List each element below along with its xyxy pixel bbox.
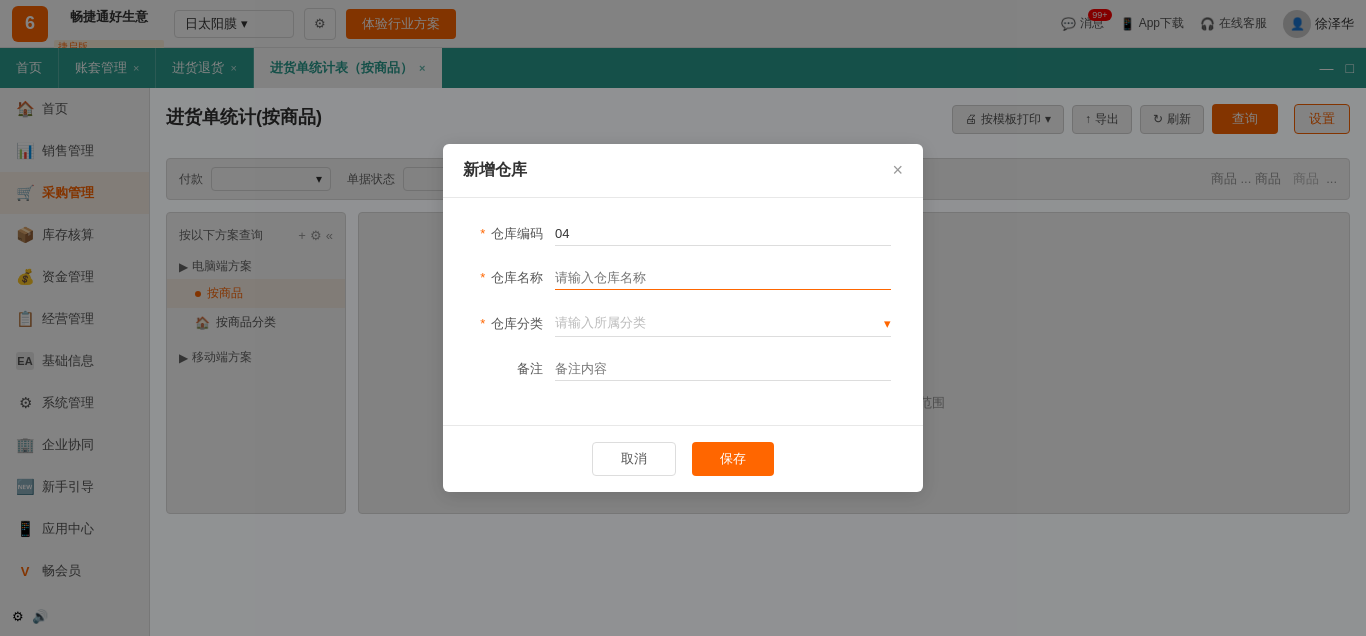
modal-close-button[interactable]: × bbox=[892, 160, 903, 181]
cancel-button[interactable]: 取消 bbox=[592, 442, 676, 476]
name-input[interactable] bbox=[555, 266, 891, 290]
note-input[interactable] bbox=[555, 357, 891, 381]
category-select[interactable]: 请输入所属分类 ▾ bbox=[555, 310, 891, 337]
modal-overlay: 新增仓库 × * 仓库编码 * 仓库名称 bbox=[0, 0, 1366, 636]
form-row-note: 备注 bbox=[475, 357, 891, 381]
category-label: * 仓库分类 bbox=[475, 315, 555, 333]
form-row-code: * 仓库编码 bbox=[475, 222, 891, 246]
required-mark-cat: * bbox=[480, 316, 485, 331]
modal-title: 新增仓库 bbox=[463, 160, 527, 181]
category-chevron-icon: ▾ bbox=[884, 316, 891, 331]
required-mark: * bbox=[480, 226, 485, 241]
required-mark-name: * bbox=[480, 270, 485, 285]
add-warehouse-modal: 新增仓库 × * 仓库编码 * 仓库名称 bbox=[443, 144, 923, 492]
form-row-category: * 仓库分类 请输入所属分类 ▾ bbox=[475, 310, 891, 337]
note-label: 备注 bbox=[475, 360, 555, 378]
category-placeholder: 请输入所属分类 bbox=[555, 314, 646, 332]
save-button[interactable]: 保存 bbox=[692, 442, 774, 476]
form-row-name: * 仓库名称 bbox=[475, 266, 891, 290]
modal-header: 新增仓库 × bbox=[443, 144, 923, 198]
code-label: * 仓库编码 bbox=[475, 225, 555, 243]
code-input[interactable] bbox=[555, 222, 891, 246]
name-label: * 仓库名称 bbox=[475, 269, 555, 287]
modal-body: * 仓库编码 * 仓库名称 * 仓库分类 请输入所属 bbox=[443, 198, 923, 425]
modal-footer: 取消 保存 bbox=[443, 425, 923, 492]
